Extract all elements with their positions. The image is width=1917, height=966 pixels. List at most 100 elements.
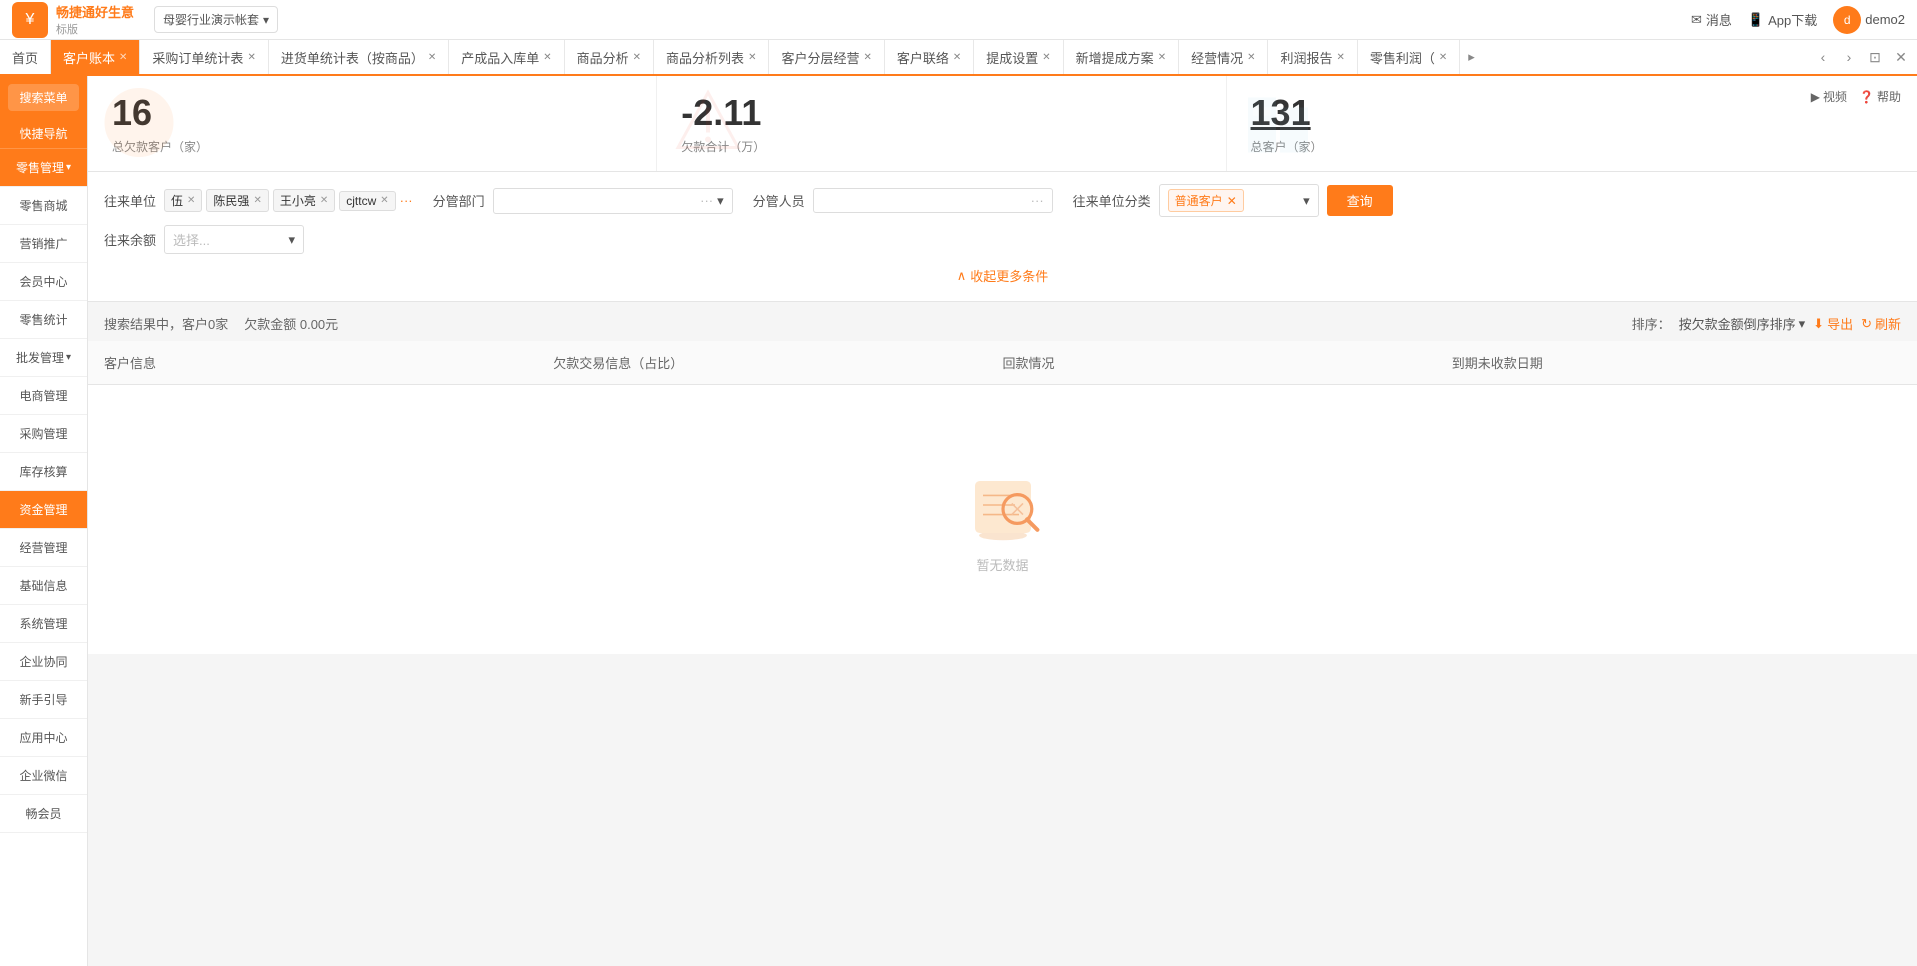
tab-close-customer-connect[interactable]: ✕ [953,52,961,63]
unit-filter-label: 往来单位 [104,191,156,210]
tab-close-accounts[interactable]: ✕ [119,52,127,63]
filter-area: 往来单位 伍 ✕ 陈民强 ✕ 王小亮 ✕ cjttcw [88,172,1917,302]
results-bar: 搜索结果中，客户0家 欠款金额 0.00元 排序： 按欠款金额倒序排序 ▾ ⬇ … [88,306,1917,341]
sidebar-search-area: 搜索菜单 [0,76,87,119]
sidebar-item-ecommerce[interactable]: 电商管理 [0,377,87,415]
tab-stock-stats[interactable]: 进货单统计表（按商品） ✕ [269,40,449,75]
filter-more-tags-btn[interactable]: ··· [400,193,413,208]
sidebar-item-member[interactable]: 畅会员 [0,795,87,833]
tab-close-customer-ops[interactable]: ✕ [863,52,871,63]
refresh-btn[interactable]: ↻ 刷新 [1861,314,1901,333]
sidebar-item-retail-mall[interactable]: 零售商城 [0,187,87,225]
tab-profit-report[interactable]: 利润报告 ✕ [1268,40,1357,75]
sidebar: 搜索菜单 快捷导航 零售管理 ▾ 零售商城 营销推广 会员中心 零售统计 批发管… [0,76,88,966]
sidebar-item-member-center[interactable]: 会员中心 [0,263,87,301]
logo-icon: ¥ [12,2,48,38]
sidebar-item-purchase[interactable]: 采购管理 [0,415,87,453]
tab-produce-stock[interactable]: 产成品入库单 ✕ [449,40,564,75]
sidebar-item-retail-stats[interactable]: 零售统计 [0,301,87,339]
sidebar-item-app-center[interactable]: 应用中心 [0,719,87,757]
unit-filter-tags: 伍 ✕ 陈民强 ✕ 王小亮 ✕ cjttcw ✕ ··· [164,189,413,212]
sidebar-item-enterprise-wechat[interactable]: 企业微信 [0,757,87,795]
empty-text: 暂无数据 [976,555,1028,574]
sidebar-item-batch-mgmt[interactable]: 批发管理 ▾ [0,339,87,377]
unit-tag-cjttcw-close[interactable]: ✕ [380,195,388,206]
tab-customer-ops[interactable]: 客户分层经营 ✕ [769,40,884,75]
sidebar-item-retail-mgmt[interactable]: 零售管理 ▾ [0,149,87,187]
balance-filter-select[interactable]: 选择... ▾ [164,225,304,254]
nav-prev-btn[interactable]: ‹ [1811,45,1835,69]
empty-state: 暂无数据 [88,385,1917,654]
nav-close-btn[interactable]: ✕ [1889,45,1913,69]
message-btn[interactable]: ✉ 消息 [1691,10,1732,29]
tab-retail-profit[interactable]: 零售利润（ ✕ [1358,40,1460,75]
app-download-btn[interactable]: 📱 App下载 [1748,10,1817,29]
chevron-icon-batch: ▾ [66,352,71,363]
tab-accounts[interactable]: 客户账本 ✕ [51,40,140,75]
account-dropdown[interactable]: 母婴行业演示帐套 ▾ [154,6,278,33]
dept-filter-select[interactable]: ··· ▾ [493,188,733,214]
table-header: 客户信息 欠款交易信息（占比） 回款情况 到期未收款日期 [88,341,1917,385]
sidebar-item-basic-info[interactable]: 基础信息 [0,567,87,605]
unit-tag-wang-close[interactable]: ✕ [320,195,328,206]
logo-sub: 标版 [56,21,134,37]
category-selected-tag: 普通客户 ✕ [1168,189,1244,212]
tab-new-promotion[interactable]: 新增提成方案 ✕ [1064,40,1179,75]
sidebar-item-inventory[interactable]: 库存核算 [0,453,87,491]
refresh-icon: ↻ [1861,316,1872,332]
help-btn[interactable]: ❓ 帮助 [1859,88,1901,105]
tab-promotion-settings[interactable]: 提成设置 ✕ [974,40,1063,75]
unit-tag-wu-close[interactable]: ✕ [187,195,195,206]
query-btn[interactable]: 查询 [1327,185,1393,216]
stats-actions: ▶ 视频 ❓ 帮助 [1795,76,1917,171]
category-filter-select[interactable]: 普通客户 ✕ ▾ [1159,184,1319,217]
stat-total-customers: 131 总客户（家） [1227,76,1795,171]
tab-close-profit-report[interactable]: ✕ [1337,52,1345,63]
unit-tag-cjttcw: cjttcw ✕ [339,191,395,211]
main-layout: 搜索菜单 快捷导航 零售管理 ▾ 零售商城 营销推广 会员中心 零售统计 批发管… [0,76,1917,966]
message-icon: ✉ [1691,12,1702,28]
quick-nav-btn[interactable]: 快捷导航 [0,119,87,149]
chevron-icon: ▾ [66,162,71,173]
sidebar-item-system[interactable]: 系统管理 [0,605,87,643]
sidebar-item-enterprise-coop[interactable]: 企业协同 [0,643,87,681]
tab-close-retail-profit[interactable]: ✕ [1439,52,1447,63]
debt-amount-text: 欠款金额 0.00元 [244,314,338,333]
tab-close-stock-stats[interactable]: ✕ [428,52,436,63]
tab-close-promotion-settings[interactable]: ✕ [1042,52,1050,63]
sidebar-item-operations[interactable]: 经营管理 [0,529,87,567]
nav-restore-btn[interactable]: ⊡ [1863,45,1887,69]
balance-chevron-icon: ▾ [288,232,295,248]
video-help-btn[interactable]: ▶ 视频 [1811,88,1847,105]
balance-filter-label: 往来余额 [104,230,156,249]
unit-tag-chen-close[interactable]: ✕ [253,195,261,206]
tab-customer-connect[interactable]: 客户联络 ✕ [885,40,974,75]
tab-home[interactable]: 首页 [0,40,51,75]
collapse-filter-btn[interactable]: ∧ 收起更多条件 [957,262,1049,289]
export-btn[interactable]: ⬇ 导出 [1813,314,1853,333]
dept-chevron-icon: ▾ [717,193,724,209]
tab-close-new-promotion[interactable]: ✕ [1158,52,1166,63]
tab-more-btn[interactable]: ▸ [1460,49,1483,65]
tab-close-business-status[interactable]: ✕ [1247,52,1255,63]
filter-row-2: 往来余额 选择... ▾ [104,225,1901,254]
tab-business-status[interactable]: 经营情况 ✕ [1179,40,1268,75]
tab-close-produce-stock[interactable]: ✕ [543,52,551,63]
person-filter-select[interactable]: ··· [813,188,1053,213]
tab-goods-analysis[interactable]: 商品分析 ✕ [565,40,654,75]
stat-total-debt: -2.11 欠款合计（万） [657,76,1226,171]
sidebar-item-marketing[interactable]: 营销推广 [0,225,87,263]
tab-close-purchase-orders[interactable]: ✕ [247,52,255,63]
tab-close-goods-list[interactable]: ✕ [748,52,756,63]
sort-select[interactable]: 按欠款金额倒序排序 ▾ [1679,314,1806,333]
tab-close-goods-analysis[interactable]: ✕ [633,52,641,63]
user-avatar-btn[interactable]: d demo2 [1833,6,1905,34]
category-tag-close[interactable]: ✕ [1227,194,1237,208]
tab-goods-list[interactable]: 商品分析列表 ✕ [654,40,769,75]
sidebar-item-new-guide[interactable]: 新手引导 [0,681,87,719]
nav-next-btn[interactable]: › [1837,45,1861,69]
tab-purchase-orders[interactable]: 采购订单统计表 ✕ [140,40,268,75]
search-menu-btn[interactable]: 搜索菜单 [8,84,79,111]
sidebar-item-finance[interactable]: 资金管理 [0,491,87,529]
help-icon: ❓ [1859,90,1874,104]
